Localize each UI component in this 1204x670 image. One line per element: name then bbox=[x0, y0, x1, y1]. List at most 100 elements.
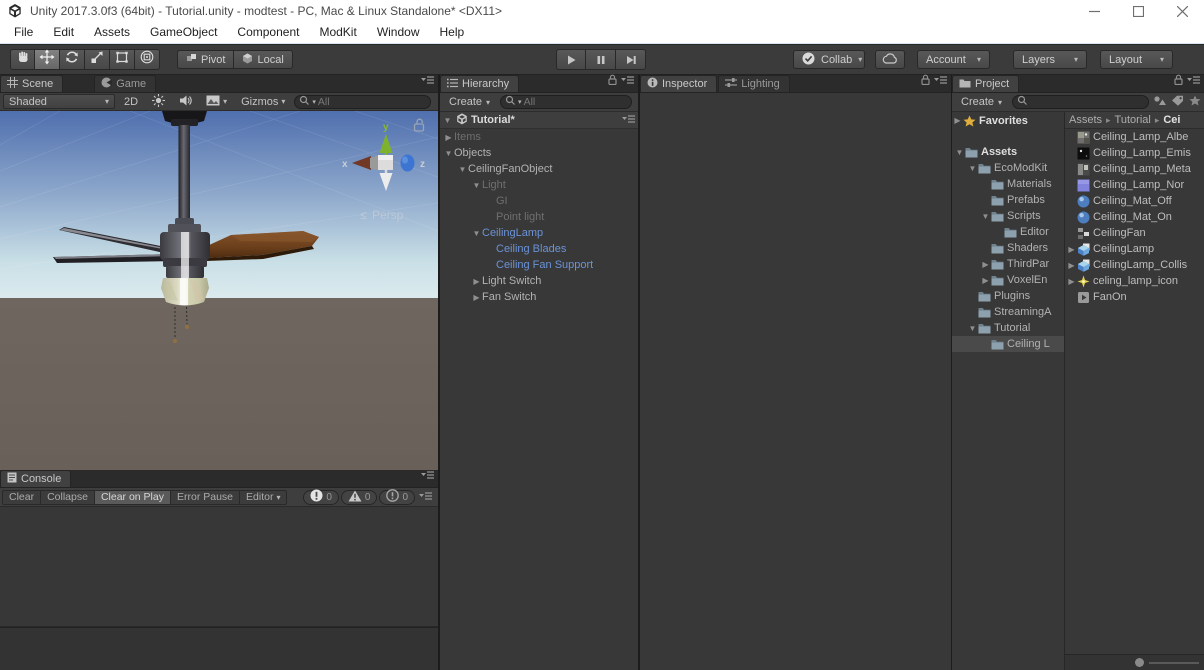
expander-icon[interactable]: ▶ bbox=[952, 116, 963, 125]
collab-dropdown[interactable]: Collab ▾ bbox=[793, 50, 865, 69]
console-info-count[interactable]: 0 bbox=[379, 490, 415, 505]
expander-icon[interactable]: ▶ bbox=[980, 260, 991, 269]
lock-icon[interactable] bbox=[921, 72, 930, 90]
scene-effects-dropdown[interactable]: ▾ bbox=[201, 94, 232, 109]
hierarchy-row[interactable]: ▼Objects bbox=[440, 145, 638, 161]
console-clear-on-play-button[interactable]: Clear on Play bbox=[95, 490, 171, 505]
project-search-input[interactable] bbox=[1012, 95, 1149, 109]
step-button[interactable] bbox=[616, 49, 646, 70]
breadcrumb-segment[interactable]: Assets bbox=[1069, 114, 1102, 126]
expander-icon[interactable]: ▶ bbox=[1066, 277, 1077, 286]
icon-size-slider[interactable] bbox=[1135, 658, 1144, 667]
project-file-row[interactable]: Ceiling_Lamp_Meta bbox=[1065, 161, 1204, 177]
hierarchy-row[interactable]: GI bbox=[440, 193, 638, 209]
project-tree-row[interactable]: ▶VoxelEn bbox=[952, 272, 1064, 288]
scene-search-input[interactable]: ▾ All bbox=[294, 95, 431, 109]
project-tree-row[interactable]: ▼Tutorial bbox=[952, 320, 1064, 336]
project-tree-row[interactable]: ▼EcoModKit bbox=[952, 160, 1064, 176]
expander-icon[interactable]: ▼ bbox=[443, 149, 454, 158]
close-button[interactable] bbox=[1160, 0, 1204, 22]
scene-lighting-toggle[interactable] bbox=[147, 94, 170, 109]
scale-tool[interactable] bbox=[85, 49, 110, 70]
minimize-button[interactable] bbox=[1072, 0, 1116, 22]
hierarchy-row[interactable]: ▼CeilingFanObject bbox=[440, 161, 638, 177]
layout-dropdown[interactable]: Layout ▾ bbox=[1100, 50, 1173, 69]
gizmos-dropdown[interactable]: Gizmos ▾ bbox=[236, 94, 290, 109]
toggle-2d-button[interactable]: 2D bbox=[119, 94, 143, 109]
scene-audio-toggle[interactable] bbox=[174, 94, 197, 109]
tab-hierarchy[interactable]: Hierarchy bbox=[440, 75, 519, 92]
menu-modkit[interactable]: ModKit bbox=[309, 22, 366, 43]
console-clear-button[interactable]: Clear bbox=[2, 490, 41, 505]
hierarchy-create-button[interactable]: Create▾ bbox=[443, 96, 496, 108]
expander-icon[interactable]: ▶ bbox=[471, 277, 482, 286]
pane-menu-icon[interactable] bbox=[622, 114, 635, 127]
expander-icon[interactable]: ▼ bbox=[457, 165, 468, 174]
console-editor-button[interactable]: Editor▾ bbox=[240, 490, 287, 505]
project-tree-row[interactable]: Shaders bbox=[952, 240, 1064, 256]
expander-icon[interactable]: ▶ bbox=[1066, 245, 1077, 254]
tab-console[interactable]: Console bbox=[0, 470, 71, 487]
console-error-count[interactable]: 0 bbox=[303, 490, 339, 505]
hierarchy-row[interactable]: ▼CeilingLamp bbox=[440, 225, 638, 241]
expander-icon[interactable]: ▼ bbox=[980, 212, 991, 221]
transform-tool[interactable] bbox=[135, 49, 160, 70]
expander-icon[interactable]: ▶ bbox=[1066, 261, 1077, 270]
expander-icon[interactable]: ▶ bbox=[443, 133, 454, 142]
expander-icon[interactable]: ▼ bbox=[471, 229, 482, 238]
project-file-row[interactable]: Ceiling_Lamp_Nor bbox=[1065, 177, 1204, 193]
search-by-type-icon[interactable] bbox=[1153, 93, 1166, 111]
project-file-row[interactable]: CeilingFan bbox=[1065, 225, 1204, 241]
favorites-star-icon[interactable] bbox=[1189, 93, 1201, 111]
menu-help[interactable]: Help bbox=[430, 22, 475, 43]
hierarchy-search-input[interactable]: ▾ All bbox=[500, 95, 632, 109]
hierarchy-row[interactable]: ▶Light Switch bbox=[440, 273, 638, 289]
pane-menu-icon[interactable] bbox=[621, 72, 634, 90]
search-by-label-icon[interactable] bbox=[1171, 93, 1184, 111]
local-button[interactable]: Local bbox=[234, 50, 292, 69]
tab-game[interactable]: Game bbox=[94, 75, 156, 92]
tab-project[interactable]: Project bbox=[952, 75, 1019, 92]
expander-icon[interactable]: ▶ bbox=[471, 293, 482, 302]
tab-lighting[interactable]: Lighting bbox=[718, 75, 790, 92]
console-warning-count[interactable]: 0 bbox=[341, 490, 378, 505]
expander-icon[interactable]: ▼ bbox=[442, 116, 453, 125]
breadcrumb-segment[interactable]: Tutorial bbox=[1115, 114, 1151, 126]
menu-file[interactable]: File bbox=[4, 22, 43, 43]
project-file-row[interactable]: ▶CeilingLamp_Collis bbox=[1065, 257, 1204, 273]
lock-icon[interactable] bbox=[1174, 72, 1183, 90]
project-file-row[interactable]: Ceiling_Lamp_Albe bbox=[1065, 129, 1204, 145]
hierarchy-row[interactable]: Ceiling Fan Support bbox=[440, 257, 638, 273]
console-error-pause-button[interactable]: Error Pause bbox=[171, 490, 240, 505]
rotate-tool[interactable] bbox=[60, 49, 85, 70]
expander-icon[interactable]: ▼ bbox=[967, 164, 978, 173]
project-tree-row[interactable]: Ceiling L bbox=[952, 336, 1064, 352]
project-create-button[interactable]: Create▾ bbox=[955, 96, 1008, 108]
hierarchy-row[interactable]: Point light bbox=[440, 209, 638, 225]
hierarchy-row[interactable]: ▶Items bbox=[440, 129, 638, 145]
pane-menu-icon[interactable] bbox=[421, 467, 434, 485]
hierarchy-scene-header[interactable]: ▼ Tutorial* bbox=[440, 112, 638, 129]
pane-menu-icon[interactable] bbox=[421, 72, 434, 90]
project-file-row[interactable]: Ceiling_Lamp_Emis bbox=[1065, 145, 1204, 161]
play-button[interactable] bbox=[556, 49, 586, 70]
scene-view[interactable]: y x z ≤ Persp bbox=[0, 111, 438, 470]
project-tree-row[interactable]: ▶ThirdPar bbox=[952, 256, 1064, 272]
console-log-list[interactable] bbox=[0, 507, 438, 626]
menu-edit[interactable]: Edit bbox=[43, 22, 84, 43]
project-tree-row[interactable]: StreamingA bbox=[952, 304, 1064, 320]
hand-tool[interactable] bbox=[10, 49, 35, 70]
pane-menu-icon[interactable] bbox=[1187, 72, 1200, 90]
account-dropdown[interactable]: Account ▾ bbox=[917, 50, 990, 69]
project-file-row[interactable]: ▶celing_lamp_icon bbox=[1065, 273, 1204, 289]
projection-label[interactable]: Persp bbox=[372, 208, 404, 222]
menu-assets[interactable]: Assets bbox=[84, 22, 140, 43]
tab-scene[interactable]: Scene bbox=[0, 75, 63, 92]
menu-gameobject[interactable]: GameObject bbox=[140, 22, 227, 43]
pane-menu-icon[interactable] bbox=[419, 488, 432, 506]
favorites-section[interactable]: ▶ Favorites bbox=[952, 112, 1064, 129]
menu-component[interactable]: Component bbox=[227, 22, 309, 43]
move-tool[interactable] bbox=[35, 49, 60, 70]
rect-tool[interactable] bbox=[110, 49, 135, 70]
expander-icon[interactable]: ▶ bbox=[980, 276, 991, 285]
